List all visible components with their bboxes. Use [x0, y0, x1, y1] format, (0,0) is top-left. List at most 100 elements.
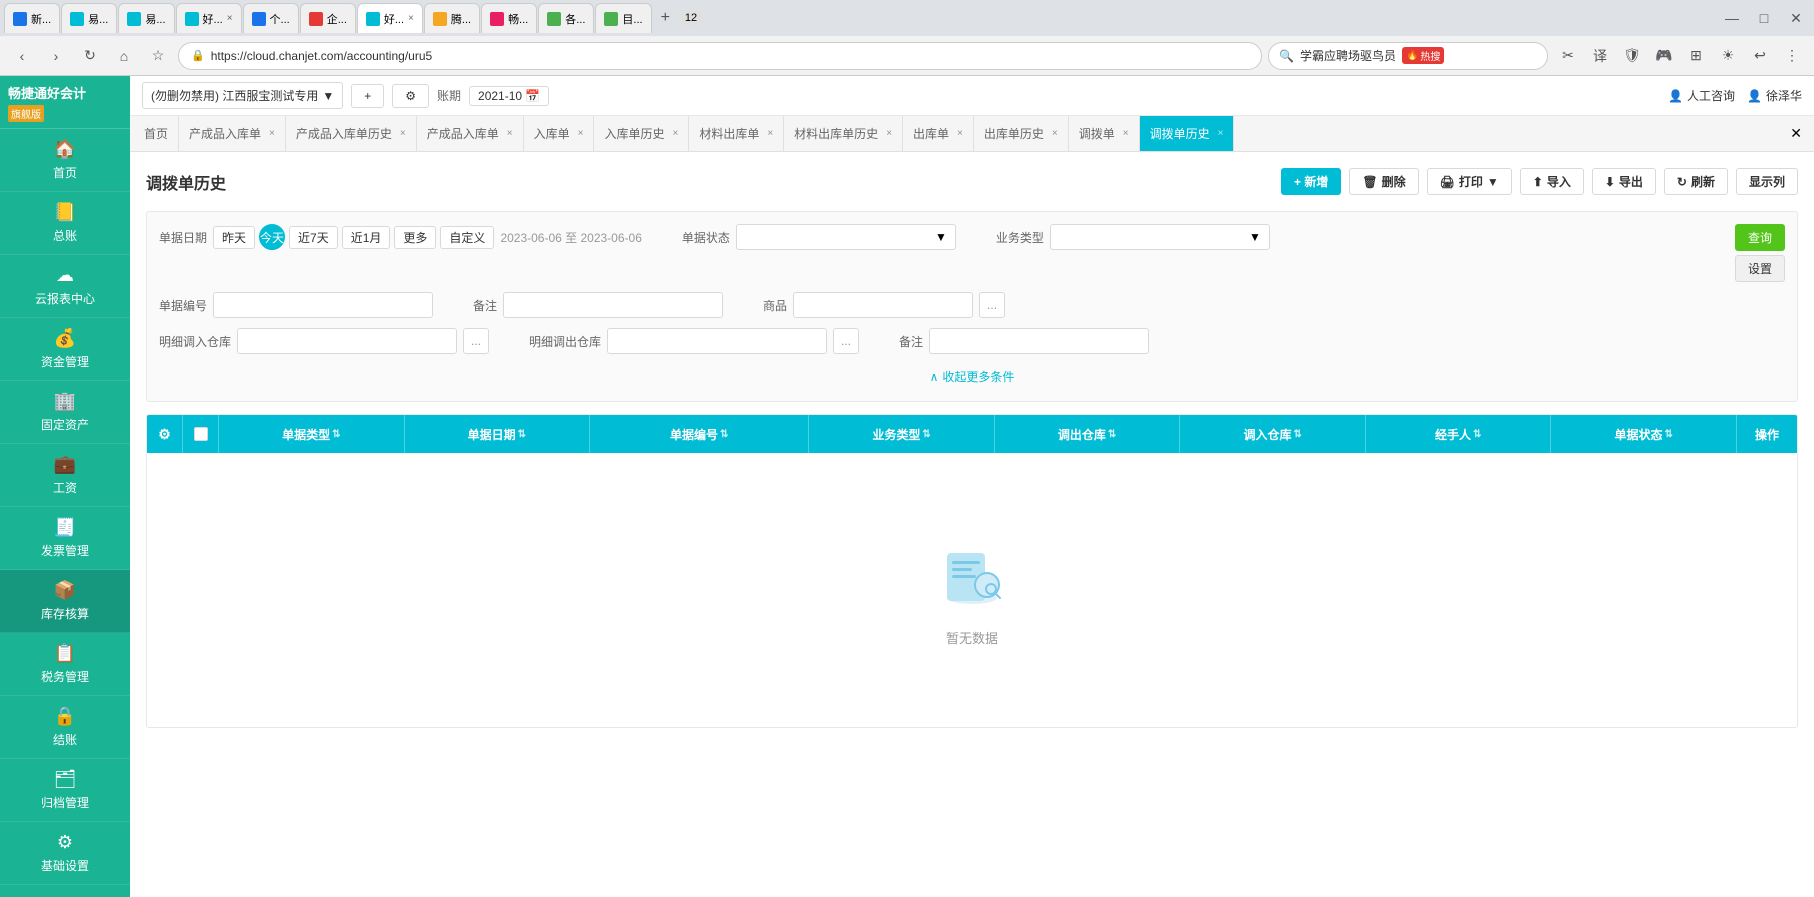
remark2-input[interactable] [929, 328, 1149, 354]
sidebar-item-settings[interactable]: ⚙ 基础设置 [0, 822, 130, 885]
detail-in-picker[interactable]: ... [463, 328, 489, 354]
browser-tab-5[interactable]: 个... [243, 3, 299, 33]
tab-product-inbound[interactable]: 产成品入库单 × [179, 116, 286, 151]
header-checkbox[interactable] [194, 427, 208, 441]
tab-close-material-outbound[interactable]: × [767, 128, 773, 139]
period-value[interactable]: 2021-10 📅 [469, 86, 549, 106]
translate-icon[interactable]: 译 [1586, 42, 1614, 70]
forward-button[interactable]: › [42, 42, 70, 70]
new-tab-button[interactable]: + [653, 5, 678, 31]
sidebar-item-invoice[interactable]: 🧾 发票管理 [0, 507, 130, 570]
sidebar-item-closing[interactable]: 🔒 结账 [0, 696, 130, 759]
undo-icon[interactable]: ↩ [1746, 42, 1774, 70]
tab-transfer[interactable]: 调拨单 × [1069, 116, 1140, 151]
remark-input[interactable] [503, 292, 723, 318]
sidebar-item-reports[interactable]: ☁ 云报表中心 [0, 255, 130, 318]
tab-inbound[interactable]: 入库单 × [524, 116, 595, 151]
delete-button[interactable]: 🗑 删除 [1349, 168, 1418, 195]
browser-tab-6[interactable]: 企... [300, 3, 356, 33]
gamepad-icon[interactable]: 🎮 [1650, 42, 1678, 70]
refresh-button[interactable]: ↻ 刷新 [1664, 168, 1728, 195]
reload-button[interactable]: ↻ [76, 42, 104, 70]
close-all-tabs-button[interactable]: ✕ [1782, 125, 1810, 142]
browser-tab-7[interactable]: 好... × [357, 3, 423, 33]
tab-product-inbound-history[interactable]: 产成品入库单历史 × [286, 116, 417, 151]
tab-close-transfer-history[interactable]: × [1218, 128, 1224, 139]
home-button[interactable]: ⌂ [110, 42, 138, 70]
shield-icon[interactable]: 🛡 [1618, 42, 1646, 70]
sidebar-item-home[interactable]: 🏠 首页 [0, 129, 130, 192]
tab-close-outbound[interactable]: × [957, 128, 963, 139]
menu-icon[interactable]: ⋮ [1778, 42, 1806, 70]
close-button[interactable]: ✕ [1782, 4, 1810, 32]
export-button[interactable]: ⬇ 导出 [1592, 168, 1656, 195]
goods-picker-button[interactable]: ... [979, 292, 1005, 318]
sidebar-item-tax[interactable]: 📋 税务管理 [0, 633, 130, 696]
company-settings-button[interactable]: ⚙ [392, 84, 429, 108]
th-operator[interactable]: 经手人 ⇅ [1366, 415, 1552, 453]
tab-material-outbound-history[interactable]: 材料出库单历史 × [784, 116, 903, 151]
tab-product-inbound2[interactable]: 产成品入库单 × [417, 116, 524, 151]
th-doc-type[interactable]: 单据类型 ⇅ [219, 415, 405, 453]
grid-icon[interactable]: ⊞ [1682, 42, 1710, 70]
browser-tab-8[interactable]: 腾... [424, 3, 480, 33]
tab-close-material-outbound-history[interactable]: × [886, 128, 892, 139]
date-btn-custom[interactable]: 自定义 [440, 226, 494, 249]
import-button[interactable]: ⬆ 导入 [1520, 168, 1584, 195]
tab-material-outbound[interactable]: 材料出库单 × [689, 116, 784, 151]
query-button[interactable]: 查询 [1735, 224, 1785, 251]
user-menu[interactable]: 👤 徐泽华 [1747, 87, 1802, 104]
filter-settings-button[interactable]: 设置 [1735, 255, 1785, 282]
tab-outbound-history[interactable]: 出库单历史 × [974, 116, 1069, 151]
doc-no-input[interactable] [213, 292, 433, 318]
tab-close-product-inbound-history[interactable]: × [400, 128, 406, 139]
th-doc-date[interactable]: 单据日期 ⇅ [405, 415, 591, 453]
sidebar-item-fixed-assets[interactable]: 🏢 固定资产 [0, 381, 130, 444]
tab-close-transfer[interactable]: × [1123, 128, 1129, 139]
tab-home[interactable]: 首页 [134, 116, 179, 151]
print-button[interactable]: 🖨 打印 ▼ [1427, 168, 1512, 195]
sidebar-item-funds[interactable]: 💰 资金管理 [0, 318, 130, 381]
tab-close-product-inbound2[interactable]: × [507, 128, 513, 139]
back-button[interactable]: ‹ [8, 42, 36, 70]
sidebar-item-ledger[interactable]: 📒 总账 [0, 192, 130, 255]
status-select[interactable]: ▼ [736, 224, 956, 250]
th-checkbox[interactable] [183, 415, 219, 453]
th-out-warehouse[interactable]: 调出仓库 ⇅ [995, 415, 1181, 453]
tab-close-product-inbound[interactable]: × [269, 128, 275, 139]
tab-inbound-history[interactable]: 入库单历史 × [594, 116, 689, 151]
th-in-warehouse[interactable]: 调入仓库 ⇅ [1180, 415, 1366, 453]
sidebar-item-inventory[interactable]: 📦 库存核算 [0, 570, 130, 633]
tab-close-7[interactable]: × [408, 13, 414, 24]
th-settings[interactable]: ⚙ [147, 415, 183, 453]
minimize-button[interactable]: — [1718, 4, 1746, 32]
tab-outbound[interactable]: 出库单 × [903, 116, 974, 151]
tab-close-outbound-history[interactable]: × [1052, 128, 1058, 139]
date-btn-yesterday[interactable]: 昨天 [213, 226, 255, 249]
tab-close-inbound[interactable]: × [578, 128, 584, 139]
detail-in-input[interactable] [237, 328, 457, 354]
new-button[interactable]: + 新增 [1281, 168, 1341, 195]
company-selector[interactable]: (勿删勿禁用) 江西服宝测试专用 ▼ [142, 82, 343, 109]
date-btn-7days[interactable]: 近7天 [289, 226, 338, 249]
goods-input[interactable] [793, 292, 973, 318]
date-btn-more[interactable]: 更多 [394, 226, 436, 249]
service-button[interactable]: 👤 人工咨询 [1668, 87, 1735, 104]
th-doc-no[interactable]: 单据编号 ⇅ [590, 415, 809, 453]
maximize-button[interactable]: □ [1750, 4, 1778, 32]
collapse-button[interactable]: ∧ 收起更多条件 [930, 368, 1015, 385]
sidebar-item-archive[interactable]: 🗂 归档管理 [0, 759, 130, 822]
biz-type-select[interactable]: ▼ [1050, 224, 1270, 250]
brightness-icon[interactable]: ☀ [1714, 42, 1742, 70]
add-company-button[interactable]: + [351, 84, 384, 108]
date-btn-today[interactable]: 今天 [259, 224, 285, 250]
detail-out-picker[interactable]: ... [833, 328, 859, 354]
browser-tab-4[interactable]: 好... × [176, 3, 242, 33]
bookmark-button[interactable]: ☆ [144, 42, 172, 70]
browser-tab-3[interactable]: 易... [118, 3, 174, 33]
tab-close-inbound-history[interactable]: × [672, 128, 678, 139]
detail-out-input[interactable] [607, 328, 827, 354]
sidebar-item-payroll[interactable]: 💼 工资 [0, 444, 130, 507]
th-biz-type[interactable]: 业务类型 ⇅ [809, 415, 995, 453]
sidebar-item-guide[interactable]: 📖 新手引导 [0, 885, 130, 897]
